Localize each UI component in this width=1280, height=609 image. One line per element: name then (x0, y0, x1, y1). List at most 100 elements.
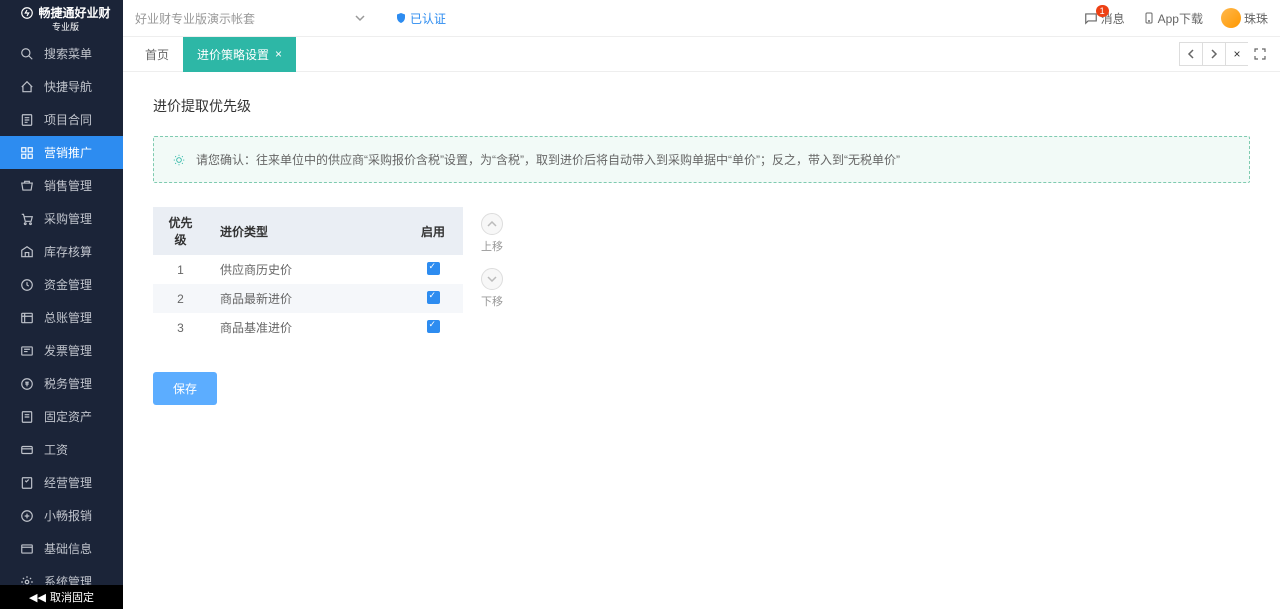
sidebar-item-label: 资金管理 (44, 276, 92, 293)
tab-price-strategy[interactable]: 进价策略设置 × (183, 37, 296, 72)
save-button[interactable]: 保存 (153, 372, 217, 405)
app-download-button[interactable]: App下载 (1143, 10, 1203, 27)
sidebar-item-13[interactable]: 经营管理 (0, 466, 123, 499)
move-up-button[interactable]: 上移 (481, 213, 503, 254)
tab-close-all-button[interactable]: × (1225, 42, 1249, 66)
sidebar-pin-toggle[interactable]: ◀◀ 取消固定 (0, 585, 123, 609)
sidebar-item-10[interactable]: 税务管理 (0, 367, 123, 400)
cell-enable (403, 313, 463, 342)
download-label: App下载 (1158, 10, 1203, 27)
table-row[interactable]: 3商品基准进价 (153, 313, 463, 342)
logo-sub: 专业版 (52, 20, 79, 33)
info-icon (172, 153, 186, 167)
move-buttons: 上移 下移 (481, 207, 503, 309)
sidebar-item-1[interactable]: 快捷导航 (0, 70, 123, 103)
sidebar-item-label: 经营管理 (44, 474, 92, 491)
sidebar-icon (20, 278, 34, 292)
tab-prev-button[interactable] (1179, 42, 1203, 66)
move-down-button[interactable]: 下移 (481, 268, 503, 309)
sidebar-item-0[interactable]: 搜索菜单 (0, 37, 123, 70)
cell-type: 供应商历史价 (208, 255, 403, 284)
sidebar-icon (20, 245, 34, 259)
sidebar-icon (20, 509, 34, 523)
env-name: 好业财专业版演示帐套 (135, 10, 255, 27)
sidebar-item-label: 快捷导航 (44, 78, 92, 95)
sidebar-item-label: 总账管理 (44, 309, 92, 326)
sidebar-icon (20, 113, 34, 127)
move-down-label: 下移 (481, 293, 503, 309)
header-actions: 消息 1 App下载 珠珠 (1084, 8, 1268, 28)
messages-button[interactable]: 消息 1 (1084, 10, 1125, 27)
logo-icon (20, 6, 34, 20)
sidebar-icon (20, 311, 34, 325)
sidebar-icon (20, 212, 34, 226)
verified-text: 已认证 (410, 10, 446, 27)
table-row[interactable]: 1供应商历史价 (153, 255, 463, 284)
fullscreen-button[interactable] (1248, 42, 1272, 66)
checkbox[interactable] (427, 262, 440, 275)
sidebar-item-6[interactable]: 库存核算 (0, 235, 123, 268)
sidebar-item-label: 销售管理 (44, 177, 92, 194)
table-row[interactable]: 2商品最新进价 (153, 284, 463, 313)
page-title: 进价提取优先级 (153, 96, 1250, 116)
sidebar-icon (20, 410, 34, 424)
cell-type: 商品最新进价 (208, 284, 403, 313)
priority-table: 优先级 进价类型 启用 1供应商历史价2商品最新进价3商品基准进价 (153, 207, 463, 342)
sidebar-item-label: 库存核算 (44, 243, 92, 260)
tab-bar: 首页 进价策略设置 × × (123, 37, 1280, 72)
sidebar-item-15[interactable]: 基础信息 (0, 532, 123, 565)
sidebar-item-label: 发票管理 (44, 342, 92, 359)
user-name: 珠珠 (1244, 10, 1268, 27)
sidebar: 搜索菜单快捷导航项目合同营销推广销售管理采购管理库存核算资金管理总账管理发票管理… (0, 37, 123, 609)
sidebar-item-8[interactable]: 总账管理 (0, 301, 123, 334)
sidebar-item-7[interactable]: 资金管理 (0, 268, 123, 301)
sidebar-icon (20, 344, 34, 358)
chevron-down-icon (481, 268, 503, 290)
verified-badge: 已认证 (395, 10, 446, 27)
close-icon[interactable]: × (275, 47, 282, 61)
sidebar-item-label: 工资 (44, 441, 68, 458)
sidebar-item-9[interactable]: 发票管理 (0, 334, 123, 367)
sidebar-icon (20, 476, 34, 490)
checkbox[interactable] (427, 291, 440, 304)
sidebar-item-label: 采购管理 (44, 210, 92, 227)
sidebar-item-12[interactable]: 工资 (0, 433, 123, 466)
checkbox[interactable] (427, 320, 440, 333)
sidebar-item-3[interactable]: 营销推广 (0, 136, 123, 169)
tab-home[interactable]: 首页 (131, 37, 183, 72)
env-selector[interactable]: 好业财专业版演示帐套 (135, 10, 365, 27)
header-right: 好业财专业版演示帐套 已认证 消息 1 App下载 (123, 0, 1280, 37)
sidebar-item-4[interactable]: 销售管理 (0, 169, 123, 202)
sidebar-icon (20, 443, 34, 457)
col-priority: 优先级 (153, 207, 208, 255)
sidebar-item-14[interactable]: 小畅报销 (0, 499, 123, 532)
notice-text: 请您确认：往来单位中的供应商“采购报价含税”设置，为“含税”，取到进价后将自动带… (196, 151, 900, 168)
cell-priority: 2 (153, 284, 208, 313)
sidebar-item-label: 小畅报销 (44, 507, 92, 524)
user-menu[interactable]: 珠珠 (1221, 8, 1268, 28)
sidebar-item-2[interactable]: 项目合同 (0, 103, 123, 136)
sidebar-item-label: 固定资产 (44, 408, 92, 425)
tab-next-button[interactable] (1202, 42, 1226, 66)
sidebar-item-label: 基础信息 (44, 540, 92, 557)
table-area: 优先级 进价类型 启用 1供应商历史价2商品最新进价3商品基准进价 上移 下移 (153, 207, 1250, 342)
sidebar-item-5[interactable]: 采购管理 (0, 202, 123, 235)
sidebar-item-label: 项目合同 (44, 111, 92, 128)
cell-enable (403, 284, 463, 313)
sidebar-icon (20, 179, 34, 193)
pin-icon: ◀◀ (29, 591, 46, 604)
content: 进价提取优先级 请您确认：往来单位中的供应商“采购报价含税”设置，为“含税”，取… (123, 72, 1280, 609)
sidebar-item-11[interactable]: 固定资产 (0, 400, 123, 433)
notice: 请您确认：往来单位中的供应商“采购报价含税”设置，为“含税”，取到进价后将自动带… (153, 136, 1250, 183)
pin-label: 取消固定 (50, 589, 94, 605)
sidebar-icon (20, 47, 34, 61)
col-enable: 启用 (403, 207, 463, 255)
sidebar-item-label: 营销推广 (44, 144, 92, 161)
logo: 畅捷通好业财 专业版 (0, 0, 123, 37)
tab-home-label: 首页 (145, 46, 169, 63)
avatar (1221, 8, 1241, 28)
cell-priority: 3 (153, 313, 208, 342)
shield-icon (395, 12, 407, 24)
tab-controls: × (1180, 42, 1272, 66)
sidebar-icon (20, 377, 34, 391)
